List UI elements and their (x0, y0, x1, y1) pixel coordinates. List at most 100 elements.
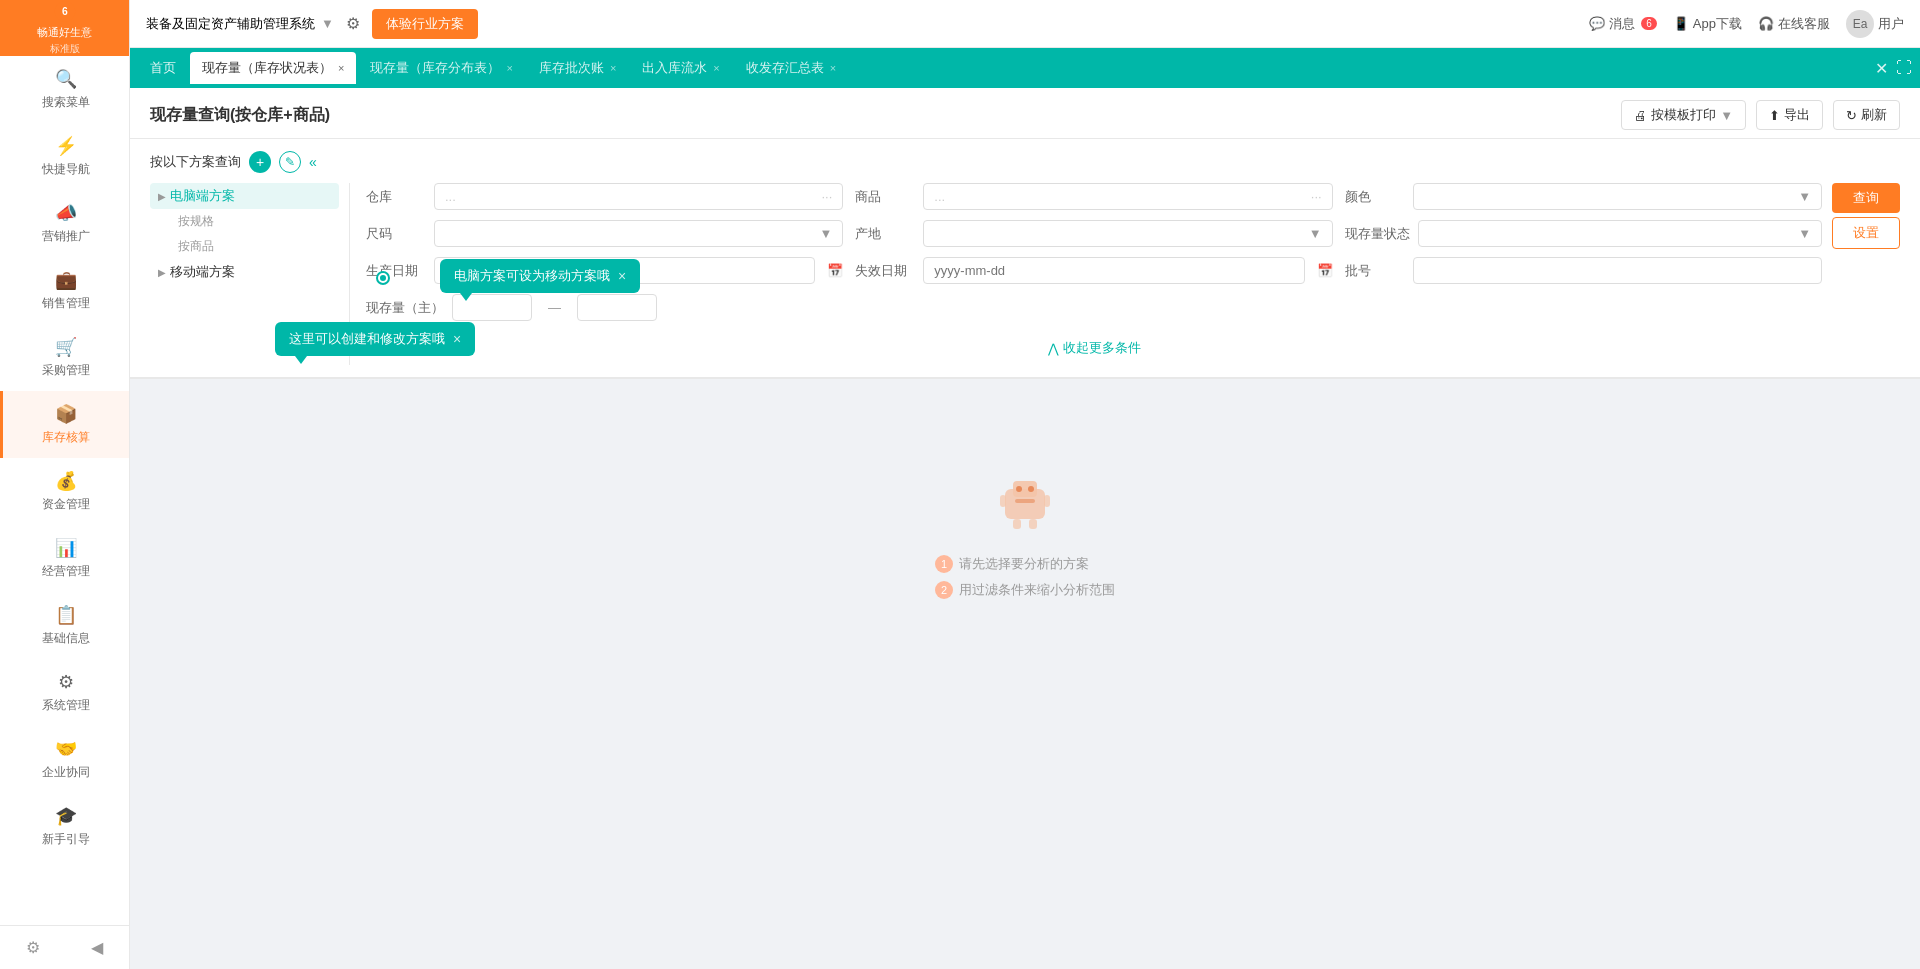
batch-input[interactable] (1413, 257, 1822, 284)
sidebar-item-purchase[interactable]: 🛒 采购管理 (0, 324, 129, 391)
purchase-icon: 🛒 (55, 336, 77, 358)
filter-row-2: 尺码 ▼ 产地 ▼ (366, 220, 1822, 247)
refresh-btn[interactable]: ↻ 刷新 (1833, 100, 1900, 130)
system-title-text: 装备及固定资产辅助管理系统 (146, 15, 315, 33)
reset-btn[interactable]: 设置 (1832, 217, 1900, 249)
page-actions: 🖨 按模板打印 ▼ ⬆ 导出 ↻ 刷新 (1621, 100, 1900, 130)
edit-scheme-btn[interactable]: ✎ (279, 151, 301, 173)
stock-main-input-end[interactable] (577, 294, 657, 321)
sidebar-item-label: 资金管理 (42, 496, 90, 513)
warehouse-label: 仓库 (366, 188, 426, 206)
popover2-close[interactable]: × (453, 331, 461, 347)
tab-close-inout-flow[interactable]: × (713, 62, 719, 74)
calendar-icon-production[interactable]: 📅 (827, 263, 843, 278)
headset-icon: 🎧 (1758, 16, 1774, 31)
sidebar-item-system[interactable]: ⚙ 系统管理 (0, 659, 129, 726)
sidebar-item-quicknav[interactable]: ⚡ 快捷导航 (0, 123, 129, 190)
scheme-tree-item-pc[interactable]: ▶ 电脑端方案 (150, 183, 339, 209)
flash-icon: ⚡ (55, 135, 77, 157)
collapse-more-btn[interactable]: ⋀ 收起更多条件 (366, 331, 1822, 365)
online-support-action[interactable]: 🎧 在线客服 (1758, 15, 1830, 33)
popover2-text: 这里可以创建和修改方案哦 (289, 330, 445, 348)
system-title-dropdown[interactable]: 装备及固定资产辅助管理系统 ▼ (146, 15, 334, 33)
color-select[interactable]: ▼ (1413, 183, 1822, 210)
experience-btn[interactable]: 体验行业方案 (372, 9, 478, 39)
sidebar-item-operations[interactable]: 📊 经营管理 (0, 525, 129, 592)
sidebar-item-guide[interactable]: 🎓 新手引导 (0, 793, 129, 860)
sidebar-item-finance[interactable]: 💰 资金管理 (0, 458, 129, 525)
fullscreen-icon[interactable]: ⛶ (1896, 59, 1912, 77)
svg-text:6: 6 (62, 6, 68, 17)
stock-status-label: 现存量状态 (1345, 225, 1410, 243)
settings-bottom-icon[interactable]: ⚙ (26, 938, 40, 957)
print-icon: 🖨 (1634, 108, 1647, 123)
tip-item-1: 1 请先选择要分析的方案 (935, 555, 1115, 573)
sidebar-item-basic-info[interactable]: 📋 基础信息 (0, 592, 129, 659)
scheme-pc-label: 电脑端方案 (170, 187, 235, 205)
popover1-text: 电脑方案可设为移动方案哦 (454, 267, 610, 285)
scheme-tree-sub2[interactable]: 按商品 (170, 234, 339, 259)
enterprise-icon: 🤝 (55, 738, 77, 760)
filter-row-4: 现存量（主） — (366, 294, 1094, 321)
filter-item-warehouse: 仓库 ... ··· (366, 183, 843, 210)
tab-close-stock-distribution[interactable]: × (506, 62, 512, 74)
scheme-tree-item-mobile[interactable]: ▶ 移动端方案 (150, 259, 339, 285)
sidebar-item-marketing[interactable]: 📣 营销推广 (0, 190, 129, 257)
stock-status-arrow: ▼ (1798, 226, 1811, 241)
warehouse-select[interactable]: ... ··· (434, 183, 843, 210)
warehouse-dots: ··· (821, 189, 832, 204)
filter-item-stock-main: 现存量（主） — (366, 294, 657, 321)
tab-stock-status[interactable]: 现存量（库存状况表） × (190, 52, 356, 84)
scheme-tree-sub1[interactable]: 按规格 (170, 209, 339, 234)
dropdown-arrow-icon: ▼ (321, 16, 334, 31)
stock-status-select[interactable]: ▼ (1418, 220, 1822, 247)
size-select[interactable]: ▼ (434, 220, 843, 247)
export-btn[interactable]: ⬆ 导出 (1756, 100, 1823, 130)
message-action[interactable]: 💬 消息 6 (1589, 15, 1657, 33)
sidebar-item-sales[interactable]: 💼 销售管理 (0, 257, 129, 324)
tab-inout-flow[interactable]: 出入库流水 × (630, 52, 731, 84)
phone-icon: 📱 (1673, 16, 1689, 31)
tip-num-1: 1 (935, 555, 953, 573)
user-action[interactable]: Ea 用户 (1846, 10, 1904, 38)
app-download-action[interactable]: 📱 App下载 (1673, 15, 1742, 33)
popover1-close[interactable]: × (618, 268, 626, 284)
tab-batch-account[interactable]: 库存批次账 × (527, 52, 628, 84)
empty-tips: 1 请先选择要分析的方案 2 用过滤条件来缩小分析范围 (935, 555, 1115, 607)
tab-close-stock-status[interactable]: × (338, 62, 344, 74)
search-btn-group: 查询 设置 (1832, 183, 1900, 365)
origin-label: 产地 (855, 225, 915, 243)
popover-create-scheme: 这里可以创建和修改方案哦 × (275, 322, 475, 356)
message-icon: 💬 (1589, 16, 1605, 31)
tab-close-summary[interactable]: × (830, 62, 836, 74)
sidebar-item-search[interactable]: 🔍 搜索菜单 (0, 56, 129, 123)
prev-scheme-arrow[interactable]: « (309, 154, 317, 170)
search-btn[interactable]: 查询 (1832, 183, 1900, 213)
gear-settings-icon[interactable]: ⚙ (346, 14, 360, 33)
operations-icon: 📊 (55, 537, 77, 559)
sidebar-item-enterprise[interactable]: 🤝 企业协同 (0, 726, 129, 793)
collapse-sidebar-icon[interactable]: ◀ (91, 938, 103, 957)
template-print-btn[interactable]: 🖨 按模板打印 ▼ (1621, 100, 1746, 130)
sidebar-item-stock[interactable]: 📦 库存核算 (0, 391, 129, 458)
expiry-date-input[interactable] (923, 257, 1304, 284)
filter-item-origin: 产地 ▼ (855, 220, 1332, 247)
tab-summary[interactable]: 收发存汇总表 × (734, 52, 848, 84)
tab-stock-status-label: 现存量（库存状况表） (202, 59, 332, 77)
product-select[interactable]: ... ··· (923, 183, 1332, 210)
tab-close-batch-account[interactable]: × (610, 62, 616, 74)
tabs-end-buttons: ✕ ⛶ (1875, 59, 1912, 78)
sidebar-item-label: 经营管理 (42, 563, 90, 580)
tab-stock-distribution[interactable]: 现存量（库存分布表） × (358, 52, 524, 84)
header-actions: 💬 消息 6 📱 App下载 🎧 在线客服 Ea 用户 (1589, 10, 1904, 38)
origin-select[interactable]: ▼ (923, 220, 1332, 247)
sidebar-item-label: 快捷导航 (42, 161, 90, 178)
search-icon: 🔍 (55, 68, 77, 90)
close-all-tabs-icon[interactable]: ✕ (1875, 59, 1888, 78)
color-label: 颜色 (1345, 188, 1405, 206)
calendar-icon-expiry[interactable]: 📅 (1317, 263, 1333, 278)
tree-expand-icon: ▶ (158, 191, 166, 202)
add-scheme-btn[interactable]: + (249, 151, 271, 173)
tab-home[interactable]: 首页 (138, 52, 188, 84)
page-header-row: 现存量查询(按仓库+商品) 🖨 按模板打印 ▼ ⬆ 导出 ↻ 刷新 (150, 100, 1900, 138)
